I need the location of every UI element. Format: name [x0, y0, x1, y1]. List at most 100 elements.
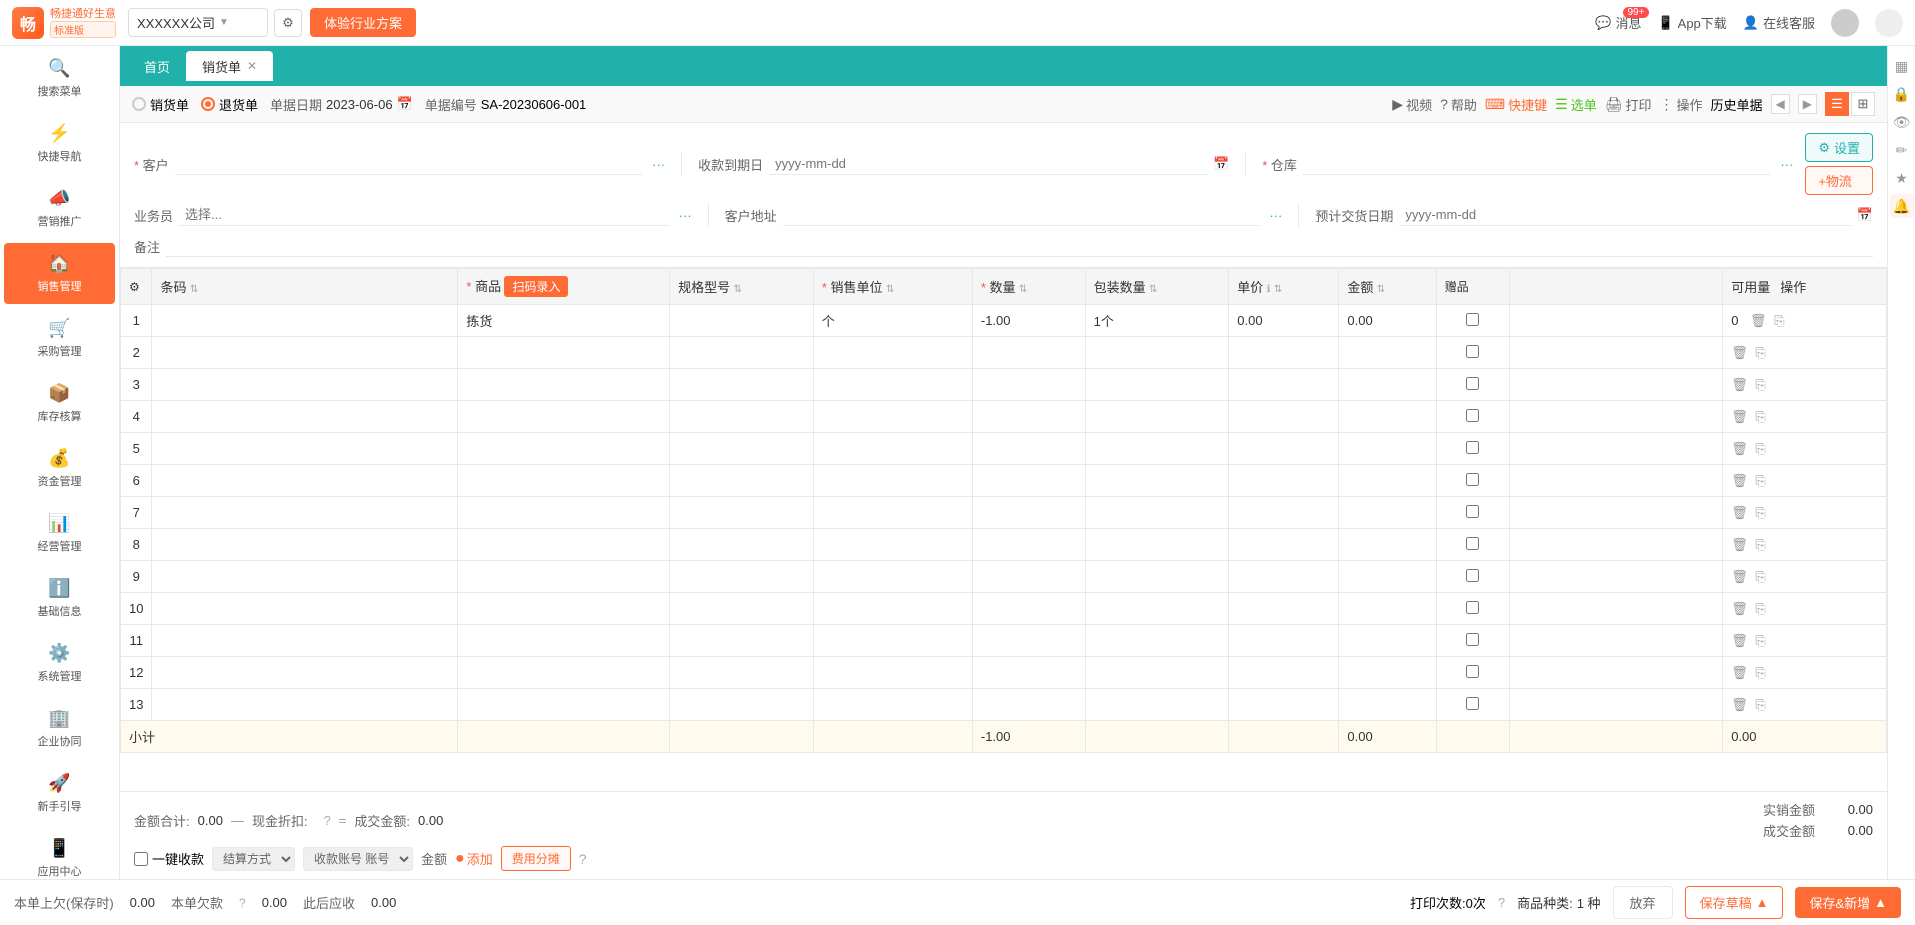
row-barcode[interactable]: [152, 497, 458, 529]
row-barcode[interactable]: [152, 369, 458, 401]
rs-star-icon[interactable]: ★: [1890, 166, 1914, 190]
row-unit[interactable]: [813, 337, 972, 369]
row-spec[interactable]: [670, 337, 814, 369]
row-unit-price[interactable]: [1229, 593, 1339, 625]
tab-home[interactable]: 首页: [128, 51, 186, 81]
delete-row-icon[interactable]: 🗑: [1731, 665, 1748, 680]
row-product[interactable]: [458, 401, 670, 433]
row-unit-price[interactable]: [1229, 529, 1339, 561]
tab-sales-order[interactable]: 销货单 ✕: [186, 51, 273, 81]
row-amount[interactable]: [1339, 593, 1436, 625]
sidebar-item-quick-nav[interactable]: ⚡ 快捷导航: [4, 113, 115, 174]
sidebar-item-operation[interactable]: 📊 经营管理: [4, 503, 115, 564]
sidebar-item-purchase[interactable]: 🛒 采购管理: [4, 308, 115, 369]
history-next-icon[interactable]: ▶: [1798, 94, 1817, 114]
row-product[interactable]: [458, 337, 670, 369]
row-qty[interactable]: [972, 593, 1085, 625]
row-gift[interactable]: [1436, 625, 1509, 657]
rs-grid-icon[interactable]: ▦: [1890, 54, 1914, 78]
row-amount[interactable]: [1339, 369, 1436, 401]
row-barcode[interactable]: [152, 625, 458, 657]
row-gift[interactable]: [1436, 593, 1509, 625]
message-button[interactable]: 💬 消息 99+: [1595, 13, 1641, 32]
row-spec[interactable]: [670, 561, 814, 593]
row-amount[interactable]: [1339, 657, 1436, 689]
row-unit-price[interactable]: [1229, 625, 1339, 657]
expense-split-button[interactable]: 费用分摊: [501, 846, 571, 871]
sidebar-item-search[interactable]: 🔍 搜索菜单: [4, 48, 115, 109]
row-gift[interactable]: [1436, 497, 1509, 529]
tab-close-icon[interactable]: ✕: [247, 59, 257, 73]
add-button[interactable]: ● 添加: [455, 849, 493, 868]
row-gift[interactable]: [1436, 305, 1509, 337]
sidebar-item-enterprise[interactable]: 🏢 企业协同: [4, 698, 115, 759]
row-spec[interactable]: [670, 465, 814, 497]
row-amount[interactable]: [1339, 689, 1436, 721]
list-view-button[interactable]: ☰: [1825, 92, 1849, 116]
row-pack-qty[interactable]: [1085, 529, 1229, 561]
row-unit-price[interactable]: [1229, 465, 1339, 497]
company-selector[interactable]: XXXXXX公司 ▼: [128, 8, 268, 37]
row-pack-qty[interactable]: [1085, 369, 1229, 401]
row-product[interactable]: [458, 433, 670, 465]
row-pack-qty[interactable]: [1085, 625, 1229, 657]
row-unit[interactable]: [813, 625, 972, 657]
row-spec[interactable]: [670, 497, 814, 529]
row-product[interactable]: [458, 561, 670, 593]
row-unit-price[interactable]: [1229, 689, 1339, 721]
row-spec[interactable]: [670, 401, 814, 433]
online-service-button[interactable]: 👤 在线客服: [1743, 13, 1815, 32]
delete-row-icon[interactable]: 🗑: [1731, 377, 1748, 392]
row-unit[interactable]: [813, 465, 972, 497]
sidebar-item-finance[interactable]: 💰 资金管理: [4, 438, 115, 499]
one-click-pay-checkbox[interactable]: [134, 852, 148, 866]
copy-row-icon[interactable]: ⎘: [1755, 697, 1765, 712]
delete-row-icon[interactable]: 🗑: [1731, 569, 1748, 584]
history-prev-icon[interactable]: ◀: [1771, 94, 1790, 114]
copy-row-icon[interactable]: ⎘: [1774, 313, 1784, 328]
rs-lock-icon[interactable]: 🔒: [1890, 82, 1914, 106]
delete-row-icon[interactable]: 🗑: [1731, 633, 1748, 648]
row-pack-qty[interactable]: [1085, 561, 1229, 593]
row-unit[interactable]: [813, 369, 972, 401]
delete-row-icon[interactable]: 🗑: [1731, 601, 1748, 616]
settlement-method-select[interactable]: 结算方式: [212, 847, 295, 871]
print-button[interactable]: 🖨 打印: [1605, 95, 1652, 114]
row-pack-qty[interactable]: [1085, 689, 1229, 721]
row-product[interactable]: [458, 529, 670, 561]
row-pack-qty[interactable]: [1085, 497, 1229, 529]
row-product[interactable]: [458, 593, 670, 625]
row-spec[interactable]: [670, 625, 814, 657]
copy-row-icon[interactable]: ⎘: [1755, 601, 1765, 616]
row-spec[interactable]: [670, 433, 814, 465]
row-qty[interactable]: [972, 433, 1085, 465]
row-barcode[interactable]: [152, 689, 458, 721]
copy-row-icon[interactable]: ⎘: [1755, 377, 1765, 392]
trial-button[interactable]: 体验行业方案: [310, 8, 416, 37]
row-qty[interactable]: [972, 401, 1085, 433]
print-help-icon[interactable]: ?: [1498, 895, 1505, 910]
sidebar-item-sales[interactable]: 🏠 销售管理: [4, 243, 115, 304]
row-pack-qty[interactable]: [1085, 465, 1229, 497]
row-pack-qty[interactable]: [1085, 433, 1229, 465]
row-unit[interactable]: [813, 593, 972, 625]
copy-row-icon[interactable]: ⎘: [1755, 409, 1765, 424]
row-qty[interactable]: [972, 561, 1085, 593]
sidebar-item-apps[interactable]: 📱 应用中心: [4, 828, 115, 879]
salesperson-dots-icon[interactable]: ···: [679, 208, 692, 223]
settings-button[interactable]: ⚙ 设置: [1805, 133, 1873, 162]
row-amount[interactable]: [1339, 433, 1436, 465]
row-unit-price[interactable]: [1229, 657, 1339, 689]
avatar[interactable]: [1831, 9, 1859, 37]
due-date-input[interactable]: [769, 153, 1207, 175]
row-barcode[interactable]: [152, 529, 458, 561]
row-gift[interactable]: [1436, 689, 1509, 721]
row-product[interactable]: [458, 369, 670, 401]
row-unit-price[interactable]: [1229, 497, 1339, 529]
save-new-button[interactable]: 保存&新增 ▲: [1795, 887, 1901, 918]
save-draft-button[interactable]: 保存草稿 ▲: [1685, 886, 1784, 919]
rs-edit-icon[interactable]: ✏: [1890, 138, 1914, 162]
row-amount[interactable]: [1339, 401, 1436, 433]
row-barcode[interactable]: [152, 657, 458, 689]
row-pack-qty[interactable]: [1085, 401, 1229, 433]
